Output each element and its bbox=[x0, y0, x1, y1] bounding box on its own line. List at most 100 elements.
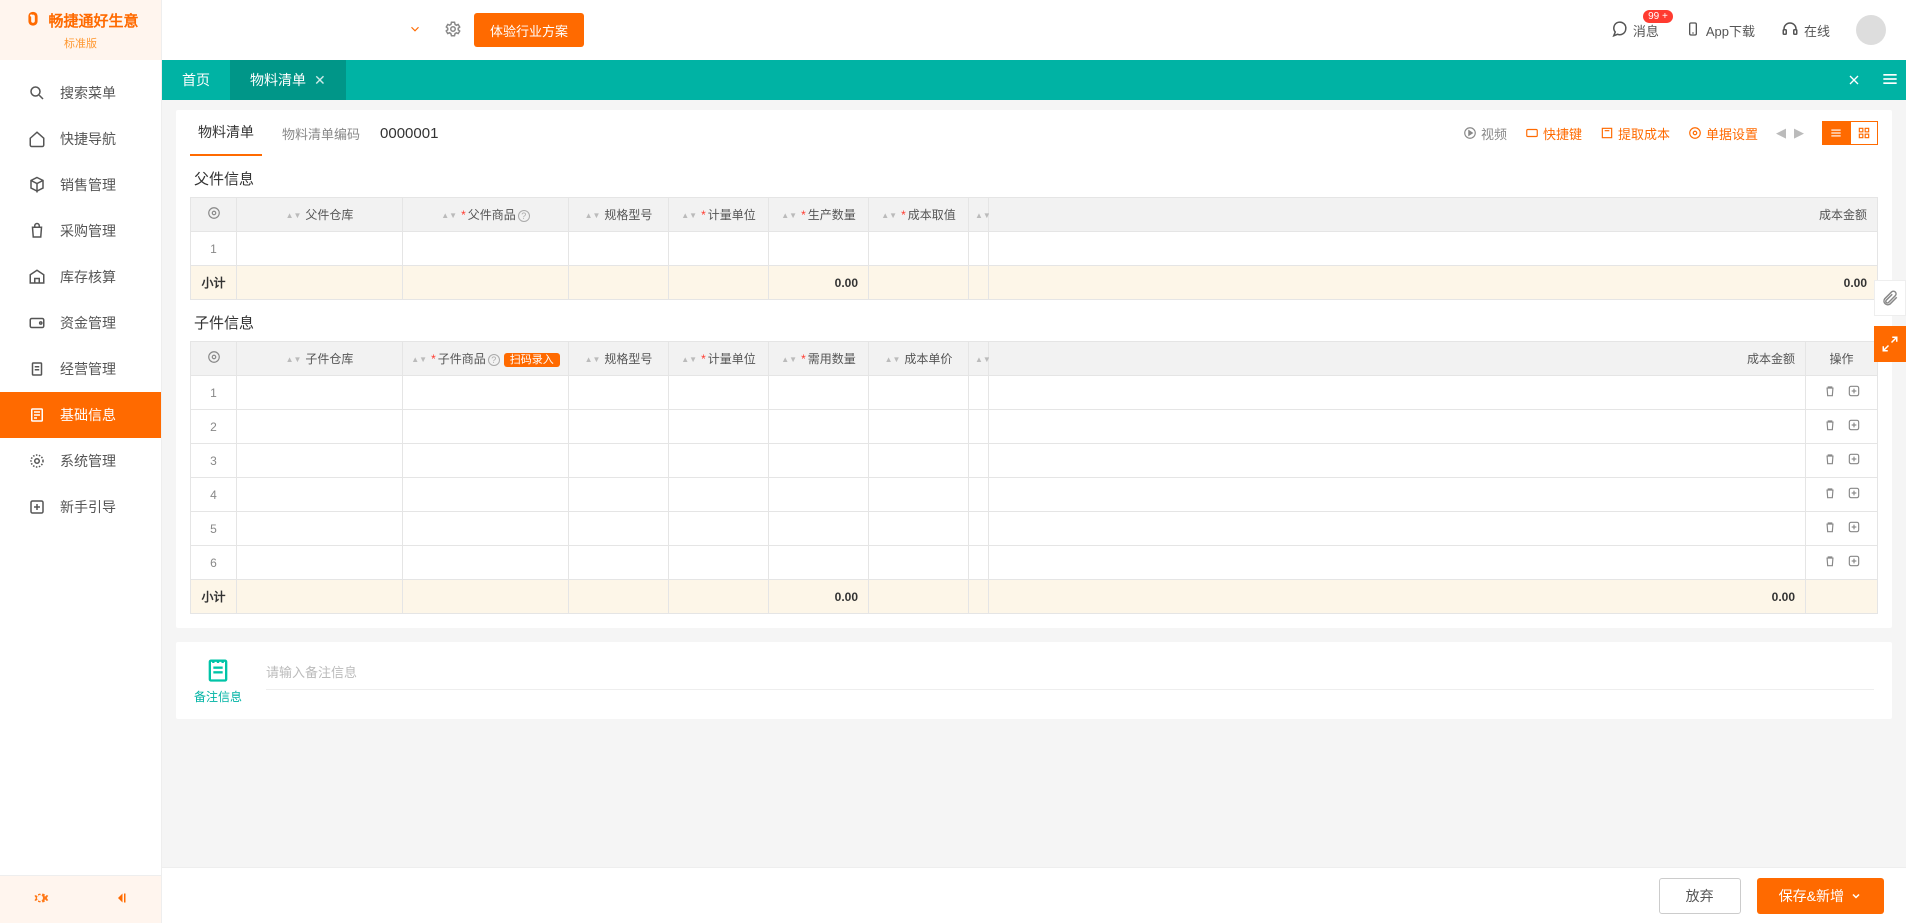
col-gear[interactable] bbox=[191, 342, 237, 376]
org-selector[interactable] bbox=[182, 13, 432, 47]
discard-button[interactable]: 放弃 bbox=[1659, 878, 1741, 914]
sidebar-item-operations[interactable]: 经营管理 bbox=[0, 346, 161, 392]
cta-button[interactable]: 体验行业方案 bbox=[474, 13, 584, 47]
online-support-link[interactable]: 在线 bbox=[1781, 20, 1830, 41]
plus-box-icon bbox=[28, 498, 46, 516]
tab-home[interactable]: 首页 bbox=[162, 60, 230, 100]
col-blank[interactable]: ▲▼ bbox=[969, 198, 989, 232]
chevron-down-icon bbox=[408, 22, 422, 39]
add-row-icon[interactable] bbox=[1847, 486, 1861, 503]
sidebar-item-sales[interactable]: 销售管理 bbox=[0, 162, 161, 208]
doc-settings-link[interactable]: 单据设置 bbox=[1688, 124, 1758, 143]
logo-area: 畅捷通好生意 标准版 bbox=[0, 0, 161, 60]
gear-dotted-icon bbox=[28, 452, 46, 470]
save-new-button[interactable]: 保存&新增 bbox=[1757, 878, 1884, 914]
attachment-floater[interactable] bbox=[1874, 280, 1906, 316]
remarks-badge: 备注信息 bbox=[194, 656, 242, 705]
avatar[interactable] bbox=[1856, 15, 1886, 45]
delete-row-icon[interactable] bbox=[1823, 520, 1837, 537]
col-spec[interactable]: ▲▼规格型号 bbox=[569, 198, 669, 232]
tabbar: 首页 物料清单 ✕ bbox=[162, 60, 1906, 100]
doc-code-value: 0000001 bbox=[380, 125, 438, 142]
footer-bar: 放弃 保存&新增 bbox=[162, 867, 1906, 923]
col-parent-warehouse[interactable]: ▲▼父件仓库 bbox=[237, 198, 403, 232]
shortcut-link[interactable]: 快捷键 bbox=[1525, 124, 1582, 143]
expand-floater[interactable] bbox=[1874, 326, 1906, 362]
help-icon[interactable]: ? bbox=[488, 354, 500, 366]
add-row-icon[interactable] bbox=[1847, 418, 1861, 435]
table-row[interactable]: 5 bbox=[191, 512, 1878, 546]
tab-label: 物料清单 bbox=[250, 70, 306, 90]
doc-header: 物料清单 物料清单编码 0000001 视频 快捷键 提取成本 单据设置 ◀ ▶ bbox=[176, 110, 1892, 156]
collapse-sidebar-icon[interactable] bbox=[112, 889, 130, 910]
table-row[interactable]: 2 bbox=[191, 410, 1878, 444]
next-doc-icon[interactable]: ▶ bbox=[1794, 125, 1804, 141]
col-child-warehouse[interactable]: ▲▼子件仓库 bbox=[237, 342, 403, 376]
messages-badge: 99 + bbox=[1643, 10, 1673, 23]
delete-row-icon[interactable] bbox=[1823, 554, 1837, 571]
prev-doc-icon[interactable]: ◀ bbox=[1776, 125, 1786, 141]
table-row[interactable]: 6 bbox=[191, 546, 1878, 580]
table-row[interactable]: 1 bbox=[191, 376, 1878, 410]
col-need-qty[interactable]: ▲▼*需用数量 bbox=[769, 342, 869, 376]
table-row[interactable]: 1 bbox=[191, 232, 1878, 266]
col-blank[interactable]: ▲▼ bbox=[969, 342, 989, 376]
online-label: 在线 bbox=[1804, 21, 1830, 40]
col-cost-price[interactable]: ▲▼成本单价 bbox=[869, 342, 969, 376]
view-list-button[interactable] bbox=[1822, 121, 1850, 145]
sidebar-item-guide[interactable]: 新手引导 bbox=[0, 484, 161, 530]
delete-row-icon[interactable] bbox=[1823, 486, 1837, 503]
close-all-tabs[interactable] bbox=[1834, 72, 1874, 88]
remarks-input[interactable] bbox=[266, 656, 1874, 690]
sidebar-item-funds[interactable]: 资金管理 bbox=[0, 300, 161, 346]
add-row-icon[interactable] bbox=[1847, 554, 1861, 571]
sidebar-item-purchase[interactable]: 采购管理 bbox=[0, 208, 161, 254]
col-uom[interactable]: ▲▼*计量单位 bbox=[669, 342, 769, 376]
sidebar-item-system[interactable]: 系统管理 bbox=[0, 438, 161, 484]
col-cost-method[interactable]: ▲▼*成本取值 bbox=[869, 198, 969, 232]
settings-gear-icon[interactable] bbox=[31, 889, 49, 910]
sidebar-item-label: 系统管理 bbox=[60, 451, 116, 471]
sidebar-item-inventory[interactable]: 库存核算 bbox=[0, 254, 161, 300]
brand-name: 畅捷通好生意 bbox=[48, 10, 138, 31]
col-prod-qty[interactable]: ▲▼*生产数量 bbox=[769, 198, 869, 232]
col-uom[interactable]: ▲▼*计量单位 bbox=[669, 198, 769, 232]
extract-cost-link[interactable]: 提取成本 bbox=[1600, 124, 1670, 143]
col-gear[interactable] bbox=[191, 198, 237, 232]
sidebar-item-label: 库存核算 bbox=[60, 267, 116, 287]
wallet-icon bbox=[28, 314, 46, 332]
sidebar-item-search[interactable]: 搜索菜单 bbox=[0, 70, 161, 116]
sidebar: 畅捷通好生意 标准版 搜索菜单 快捷导航 销售管理 采购管理 库存核算 资金管理… bbox=[0, 0, 162, 923]
col-cost-amount[interactable]: 成本金额 bbox=[989, 342, 1806, 376]
search-icon bbox=[28, 84, 46, 102]
add-row-icon[interactable] bbox=[1847, 384, 1861, 401]
sidebar-item-quicknav[interactable]: 快捷导航 bbox=[0, 116, 161, 162]
table-row[interactable]: 3 bbox=[191, 444, 1878, 478]
sidebar-item-base-info[interactable]: 基础信息 bbox=[0, 392, 161, 438]
messages-link[interactable]: 消息 99 + bbox=[1610, 20, 1659, 41]
right-floaters bbox=[1874, 280, 1906, 362]
delete-row-icon[interactable] bbox=[1823, 384, 1837, 401]
col-spec[interactable]: ▲▼规格型号 bbox=[569, 342, 669, 376]
tabbar-menu[interactable] bbox=[1874, 69, 1906, 92]
close-icon[interactable]: ✕ bbox=[314, 72, 326, 89]
delete-row-icon[interactable] bbox=[1823, 452, 1837, 469]
add-row-icon[interactable] bbox=[1847, 520, 1861, 537]
col-cost-amount[interactable]: 成本金额 bbox=[989, 198, 1878, 232]
doc-tab[interactable]: 物料清单 bbox=[190, 110, 262, 156]
view-toggle bbox=[1822, 121, 1878, 145]
col-parent-product[interactable]: ▲▼*父件商品? bbox=[403, 198, 569, 232]
table-row[interactable]: 4 bbox=[191, 478, 1878, 512]
tab-bom[interactable]: 物料清单 ✕ bbox=[230, 60, 346, 100]
video-help-link[interactable]: 视频 bbox=[1463, 124, 1507, 143]
col-child-product[interactable]: ▲▼*子件商品?扫码录入 bbox=[403, 342, 569, 376]
content: 物料清单 物料清单编码 0000001 视频 快捷键 提取成本 单据设置 ◀ ▶ bbox=[162, 100, 1906, 923]
settings-icon[interactable] bbox=[444, 20, 462, 41]
app-download-link[interactable]: App下载 bbox=[1685, 21, 1755, 40]
add-row-icon[interactable] bbox=[1847, 452, 1861, 469]
brand-logo-icon bbox=[22, 10, 44, 32]
delete-row-icon[interactable] bbox=[1823, 418, 1837, 435]
scan-entry-badge[interactable]: 扫码录入 bbox=[504, 353, 560, 367]
help-icon[interactable]: ? bbox=[518, 210, 530, 222]
view-grid-button[interactable] bbox=[1850, 121, 1878, 145]
